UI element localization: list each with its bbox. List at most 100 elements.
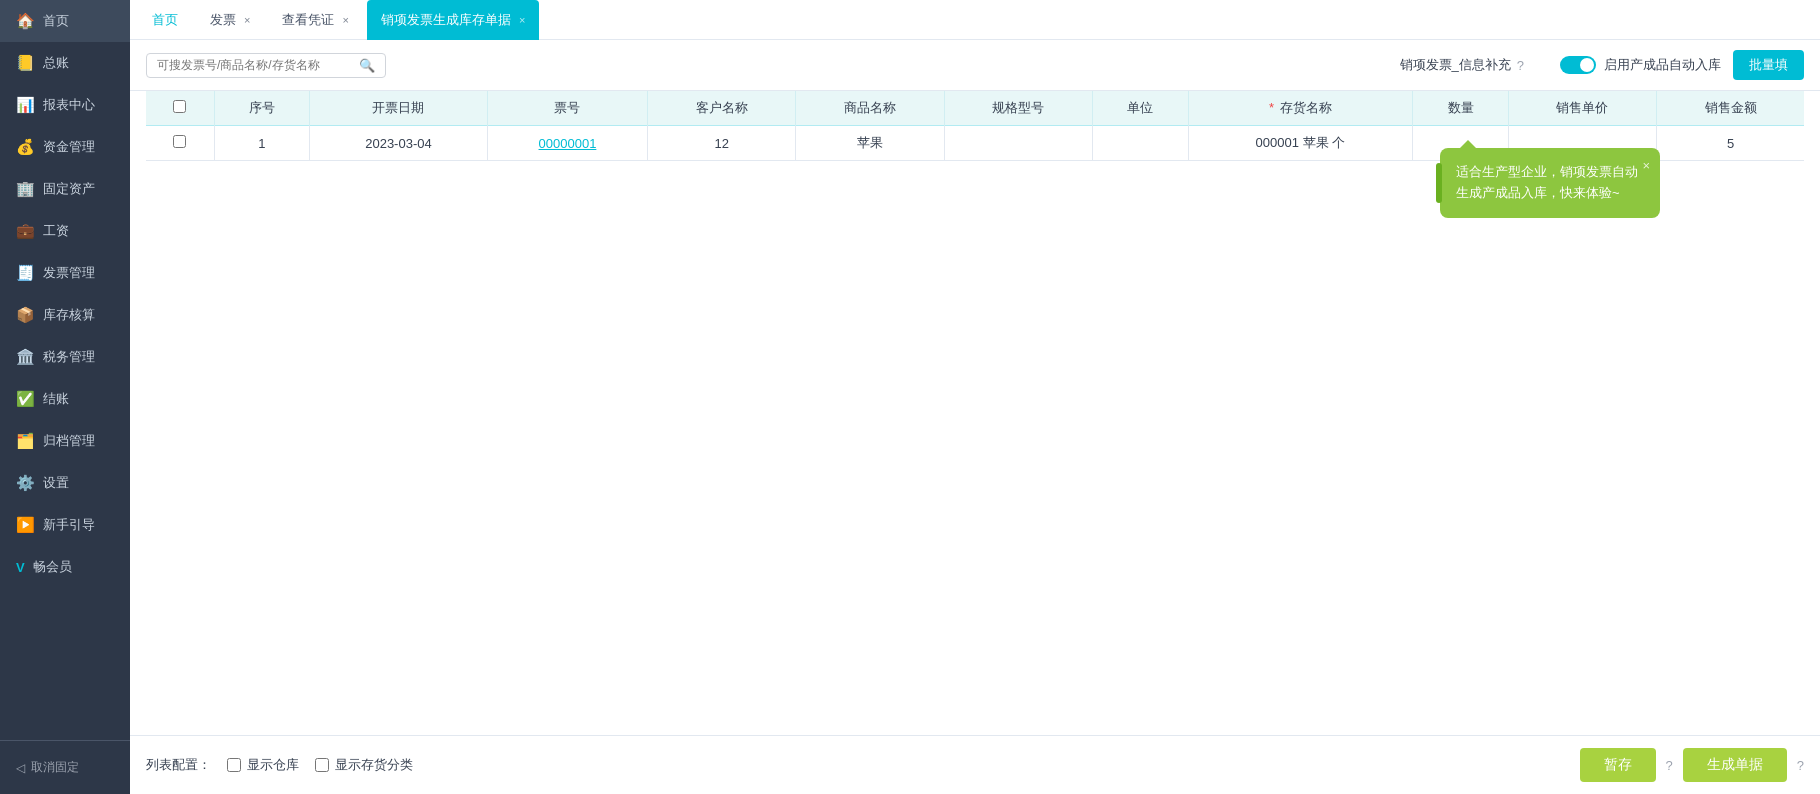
- sidebar-label-home: 首页: [43, 12, 69, 30]
- col-price: 销售单价: [1508, 91, 1656, 126]
- generate-info-icon[interactable]: ?: [1797, 758, 1804, 773]
- row-unit: [1093, 126, 1189, 161]
- col-date: 开票日期: [310, 91, 488, 126]
- row-checkbox: [146, 126, 214, 161]
- col-unit: 单位: [1093, 91, 1189, 126]
- sidebar-label-inventory: 库存核算: [43, 306, 95, 324]
- config-label: 列表配置：: [146, 756, 211, 774]
- invoice-icon: 🧾: [16, 264, 35, 282]
- sidebar-label-vip: 畅会员: [33, 558, 72, 576]
- sidebar-item-salary[interactable]: 💼 工资: [0, 210, 130, 252]
- sidebar-item-assets[interactable]: 🏢 固定资产: [0, 168, 130, 210]
- row-customer: 12: [648, 126, 796, 161]
- select-all-checkbox[interactable]: [173, 100, 186, 113]
- toggle-label: 启用产成品自动入库: [1604, 56, 1721, 74]
- show-category-checkbox[interactable]: 显示存货分类: [315, 756, 413, 774]
- guide-icon: ▶️: [16, 516, 35, 534]
- sidebar-label-salary: 工资: [43, 222, 69, 240]
- sidebar-item-archive[interactable]: 🗂️ 归档管理: [0, 420, 130, 462]
- page-content: 🔍 销项发票_信息补充 ? 启用产成品自动入库 批量填: [130, 40, 1820, 794]
- row-product: 苹果: [796, 126, 944, 161]
- inventory-icon: 📦: [16, 306, 35, 324]
- sidebar-item-ledger[interactable]: 📒 总账: [0, 42, 130, 84]
- col-model: 规格型号: [944, 91, 1092, 126]
- sidebar-label-ledger: 总账: [43, 54, 69, 72]
- sidebar-item-funds[interactable]: 💰 资金管理: [0, 126, 130, 168]
- tab-invoice-close[interactable]: ×: [244, 14, 250, 26]
- col-amount: 销售金额: [1657, 91, 1804, 126]
- search-icon[interactable]: 🔍: [359, 58, 375, 73]
- row-select-checkbox[interactable]: [173, 135, 186, 148]
- generate-button[interactable]: 生成单据: [1683, 748, 1787, 782]
- sidebar-item-settle[interactable]: ✅ 结账: [0, 378, 130, 420]
- tab-voucher[interactable]: 查看凭证 ×: [268, 0, 362, 40]
- home-icon: 🏠: [16, 12, 35, 30]
- toolbar-title-text: 销项发票_信息补充: [1400, 56, 1511, 74]
- sidebar-label-guide: 新手引导: [43, 516, 95, 534]
- sidebar-item-home[interactable]: 🏠 首页: [0, 0, 130, 42]
- show-warehouse-label: 显示仓库: [247, 756, 299, 774]
- settings-icon: ⚙️: [16, 474, 35, 492]
- tooltip-close-button[interactable]: ×: [1642, 156, 1650, 177]
- sidebar-item-invoice[interactable]: 🧾 发票管理: [0, 252, 130, 294]
- toggle-area: 启用产成品自动入库: [1560, 56, 1721, 74]
- sidebar-item-inventory[interactable]: 📦 库存核算: [0, 294, 130, 336]
- col-qty: 数量: [1413, 91, 1509, 126]
- row-ticket-no[interactable]: 00000001: [487, 126, 647, 161]
- bottom-actions: 暂存 ? 生成单据 ?: [1580, 748, 1804, 782]
- tab-bar: 首页 发票 × 查看凭证 × 销项发票生成库存单据 ×: [130, 0, 1820, 40]
- required-mark: *: [1269, 100, 1274, 115]
- sidebar-label-funds: 资金管理: [43, 138, 95, 156]
- ledger-icon: 📒: [16, 54, 35, 72]
- sidebar-item-settings[interactable]: ⚙️ 设置: [0, 462, 130, 504]
- col-ticket-no: 票号: [487, 91, 647, 126]
- salary-icon: 💼: [16, 222, 35, 240]
- save-info-icon[interactable]: ?: [1666, 758, 1673, 773]
- vip-icon: V: [16, 560, 25, 575]
- col-product: 商品名称: [796, 91, 944, 126]
- tab-home-label: 首页: [152, 11, 178, 29]
- show-category-label: 显示存货分类: [335, 756, 413, 774]
- toolbar-info-icon[interactable]: ?: [1517, 58, 1524, 73]
- pin-icon: ◁: [16, 761, 25, 775]
- toolbar-title: 销项发票_信息补充 ?: [1400, 56, 1524, 74]
- sidebar-item-tax[interactable]: 🏛️ 税务管理: [0, 336, 130, 378]
- batch-button[interactable]: 批量填: [1733, 50, 1804, 80]
- assets-icon: 🏢: [16, 180, 35, 198]
- toggle-switch[interactable]: [1560, 56, 1596, 74]
- row-model: [944, 126, 1092, 161]
- archive-icon: 🗂️: [16, 432, 35, 450]
- settle-icon: ✅: [16, 390, 35, 408]
- pin-button[interactable]: ◁ 取消固定: [0, 749, 130, 786]
- row-inventory[interactable]: 000001 苹果 个: [1188, 126, 1413, 161]
- col-inventory: * 存货名称: [1188, 91, 1413, 126]
- show-warehouse-checkbox[interactable]: 显示仓库: [227, 756, 299, 774]
- sidebar-label-reports: 报表中心: [43, 96, 95, 114]
- tab-voucher-label: 查看凭证: [282, 11, 334, 29]
- ticket-no-link[interactable]: 00000001: [539, 136, 597, 151]
- pin-label: 取消固定: [31, 759, 79, 776]
- warehouse-checkbox-input[interactable]: [227, 758, 241, 772]
- tooltip-box: × 适合生产型企业，销项发票自动生成产成品入库，快来体验~: [1440, 148, 1660, 218]
- search-input[interactable]: [157, 58, 353, 72]
- table-header-row: 序号 开票日期 票号 客户名称 商品名称 规格型号 单位 * 存货名称 数量 销…: [146, 91, 1804, 126]
- tax-icon: 🏛️: [16, 348, 35, 366]
- col-seq: 序号: [214, 91, 310, 126]
- col-customer: 客户名称: [648, 91, 796, 126]
- search-box[interactable]: 🔍: [146, 53, 386, 78]
- tab-inventory-slip-close[interactable]: ×: [519, 14, 525, 26]
- tab-home[interactable]: 首页: [138, 0, 192, 40]
- bottom-bar: 列表配置： 显示仓库 显示存货分类 暂存 ? 生成单据 ?: [130, 735, 1820, 794]
- sidebar-item-reports[interactable]: 📊 报表中心: [0, 84, 130, 126]
- sidebar-label-archive: 归档管理: [43, 432, 95, 450]
- category-checkbox-input[interactable]: [315, 758, 329, 772]
- tab-inventory-slip[interactable]: 销项发票生成库存单据 ×: [367, 0, 539, 40]
- tab-invoice[interactable]: 发票 ×: [196, 0, 264, 40]
- sidebar-label-assets: 固定资产: [43, 180, 95, 198]
- sidebar-item-guide[interactable]: ▶️ 新手引导: [0, 504, 130, 546]
- tab-voucher-close[interactable]: ×: [342, 14, 348, 26]
- row-seq: 1: [214, 126, 310, 161]
- sidebar-label-tax: 税务管理: [43, 348, 95, 366]
- sidebar-item-vip[interactable]: V 畅会员: [0, 546, 130, 588]
- save-button[interactable]: 暂存: [1580, 748, 1656, 782]
